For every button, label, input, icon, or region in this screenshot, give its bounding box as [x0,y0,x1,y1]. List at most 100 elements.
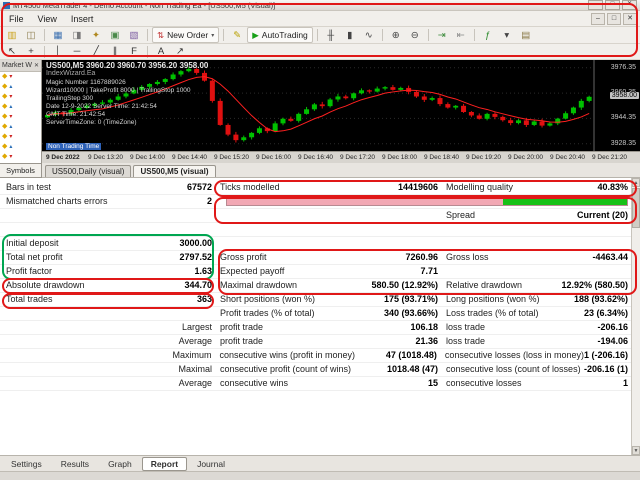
new-order-button[interactable]: ⇅ New Order ▾ [152,27,220,43]
price-down-icon: ▾ [9,114,13,120]
horizontal-line-icon[interactable]: ─ [68,44,86,60]
text-label-icon[interactable]: A [152,44,170,60]
navigator-icon[interactable]: ✦ [87,27,105,43]
time-axis-label: 9 Dec 20:00 [508,154,544,161]
menu-item-file[interactable]: File [2,13,31,25]
fibonacci-icon: F [131,46,137,57]
templates-icon: ▤ [521,29,531,41]
scroll-down-icon[interactable]: ▼ [632,446,640,455]
report-value: 340 (93.66%) [383,308,438,318]
tab-report[interactable]: Report [141,456,188,471]
scrollbar-thumb[interactable] [632,188,640,228]
menu-item-view[interactable]: View [31,13,64,25]
toolbar-separator [147,45,148,58]
auto-scroll-icon[interactable]: ⇥ [433,27,451,43]
profiles-icon[interactable]: ◫ [22,27,40,43]
indicators-icon[interactable]: ƒ [479,27,497,43]
symbol-row[interactable]: ◆ ▾ [0,132,41,142]
arrows-icon[interactable]: ↗ [171,44,189,60]
templates-icon[interactable]: ▤ [517,27,535,43]
report-label [220,237,368,250]
report-label: Total net profit [6,252,63,262]
chart-shift-icon[interactable]: ⇤ [452,27,470,43]
report-value: 67572 [186,182,212,192]
trendline-icon[interactable]: ╱ [87,44,105,60]
report-scrollbar[interactable]: ▲ ▼ [631,178,640,455]
fibonacci-icon[interactable]: F [125,44,143,60]
vertical-line-icon[interactable]: │ [49,44,67,60]
bar-chart-icon[interactable]: ╫ [322,27,340,43]
new-chart-icon[interactable]: ▥ [3,27,21,43]
chart-time-axis: 9 Dec 2022 9 Dec 13:20 9 Dec 14:00 9 Dec 14… [42,151,640,163]
new-order-button-label: New Order [167,30,209,40]
candlestick-chart-icon[interactable]: ▮ [341,27,359,43]
symbol-row[interactable]: ◆ ▾ [0,92,41,102]
autotrading-button[interactable]: ▶ AutoTrading [247,27,313,43]
crosshair-icon[interactable]: + [22,44,40,60]
market-watch-icon: ▦ [53,29,63,41]
data-window-icon[interactable]: ◨ [68,27,86,43]
price-chart[interactable]: US500,M5 3960.20 3960.70 3956.20 3958.00… [42,60,640,151]
vertical-line-icon: │ [55,46,61,57]
report-label [0,363,146,376]
zoom-in-icon[interactable]: ⊕ [387,27,405,43]
child-minimize-button[interactable]: – [591,12,605,25]
symbol-row[interactable]: ◆ ▴ [0,122,41,132]
report-group-label: Largest [181,322,212,332]
chart-shift-icon: ⇤ [456,29,465,41]
menu-item-insert[interactable]: Insert [64,13,101,25]
symbol-row[interactable]: ◆ ▾ [0,112,41,122]
market-watch-close-icon[interactable]: ✕ [34,62,39,69]
autotrading-button-label: AutoTrading [261,30,308,40]
scroll-up-icon[interactable]: ▲ [632,178,640,187]
time-axis-label: 9 Dec 21:20 [592,154,628,161]
market-watch-icon[interactable]: ▦ [49,27,67,43]
symbol-row[interactable]: ◆ ▴ [0,142,41,152]
channel-icon[interactable]: ∥ [106,44,124,60]
child-close-button[interactable]: ✕ [623,12,637,25]
symbol-diamond-icon: ◆ [2,153,8,160]
price-down-icon: ▾ [9,94,13,100]
report-group-label [146,307,212,320]
report-value: 2797.52 [179,252,212,262]
symbol-row[interactable]: ◆ ▾ [0,152,41,162]
profiles-icon: ◫ [26,29,36,41]
zoom-out-icon[interactable]: ⊖ [406,27,424,43]
terminal-icon[interactable]: ▣ [106,27,124,43]
periods-icon[interactable]: ▾ [498,27,516,43]
drawing-toolbar: ↖ + │ ─ ╱ ∥ F A ↗ [0,44,640,60]
report-label: consecutive wins (profit in money) [219,350,356,360]
chart-tab[interactable]: US500,M5 (visual) [133,165,216,177]
symbol-row[interactable]: ◆ ▾ [0,72,41,82]
symbol-row[interactable]: ◆ ▴ [0,82,41,92]
tab-results[interactable]: Results [52,457,98,471]
close-button[interactable]: ✕ [622,0,637,10]
tab-settings[interactable]: Settings [2,457,51,471]
line-chart-icon[interactable]: ∿ [360,27,378,43]
candlestick-chart-icon: ▮ [347,29,353,41]
chart-tab[interactable]: US500,Daily (visual) [45,165,132,177]
tab-graph[interactable]: Graph [99,457,141,471]
mt4-window: MT4500 MetaTrader 4 - Demo Account - Non… [0,0,640,480]
restore-button[interactable]: □ [605,0,620,10]
minimize-button[interactable]: – [588,0,603,10]
tab-journal[interactable]: Journal [188,457,234,471]
strategy-tester-icon[interactable]: ▧ [125,27,143,43]
report-group-label: Average [178,336,212,346]
auto-scroll-icon: ⇥ [437,29,446,41]
report-row: Maximal consecutive profit (count of wins… [0,363,640,377]
quality-bar-track [226,197,628,206]
report-row: Total trades 363 Short positions (won %) 17… [0,293,640,307]
toolbar-separator [44,29,45,41]
symbol-row[interactable]: ◆ ▴ [0,102,41,112]
tab-symbols[interactable]: Symbols [0,163,42,178]
menu-items: File View Insert [2,13,100,25]
report-value: 7.71 [420,266,438,276]
child-restore-button[interactable]: □ [607,12,621,25]
new-order-icon: ⇅ [157,29,165,40]
cursor-icon[interactable]: ↖ [3,44,21,60]
metaeditor-icon[interactable]: ✎ [228,27,246,43]
